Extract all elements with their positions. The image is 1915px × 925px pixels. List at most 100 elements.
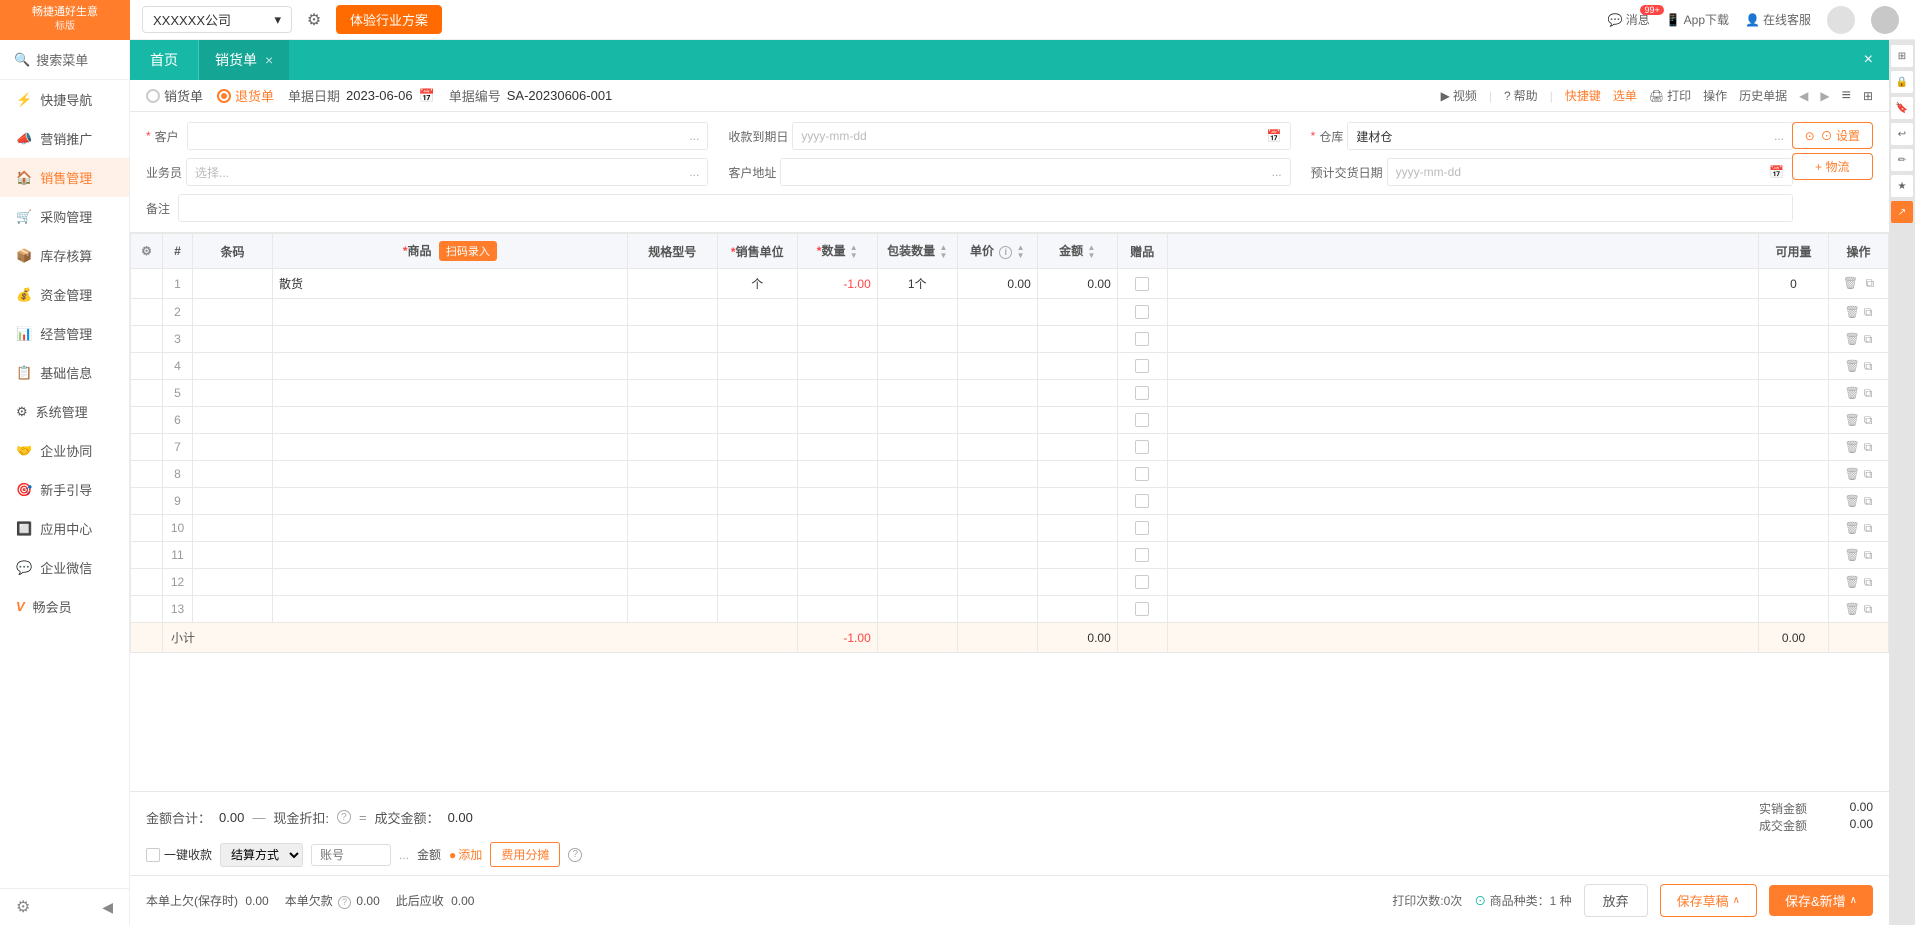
radio-return[interactable]: 退货单: [217, 86, 274, 105]
settlement-method-select[interactable]: 结算方式: [220, 843, 303, 867]
radio-sales[interactable]: 销货单: [146, 86, 203, 105]
warehouse-input[interactable]: 建材仓 ...: [1347, 122, 1793, 150]
remarks-input[interactable]: [178, 194, 1793, 222]
add-payment-btn[interactable]: ● 添加: [449, 846, 482, 863]
sidebar-item-app-center[interactable]: 🔲 应用中心: [0, 509, 129, 548]
delete-row-11[interactable]: 🗑: [1845, 548, 1860, 562]
salesperson-input[interactable]: 选择... ...: [186, 158, 708, 186]
tab-close-icon[interactable]: ×: [265, 52, 273, 68]
delete-row-10[interactable]: 🗑: [1845, 521, 1860, 535]
copy-row-7[interactable]: ⧉: [1864, 440, 1873, 454]
total-owe-info[interactable]: ?: [338, 896, 351, 909]
shortcut-btn[interactable]: 快捷键: [1565, 87, 1601, 104]
sidebar-item-enterprise[interactable]: 🤝 企业协同: [0, 431, 129, 470]
save-draft-button[interactable]: 保存草稿 ∧: [1660, 884, 1757, 917]
online-service-btn[interactable]: 👤 在线客服: [1745, 11, 1811, 28]
delete-row-8[interactable]: 🗑: [1845, 467, 1860, 481]
copy-row-2[interactable]: ⧉: [1864, 305, 1873, 319]
search-menu[interactable]: 🔍 搜索菜单: [0, 40, 129, 80]
help-btn[interactable]: ? 帮助: [1504, 87, 1538, 104]
discount-info-icon[interactable]: ?: [337, 810, 351, 824]
right-tool-3[interactable]: 🔖: [1891, 97, 1913, 119]
prev-record-btn[interactable]: ◀: [1799, 89, 1808, 103]
operation-btn[interactable]: 操作: [1703, 87, 1727, 104]
sidebar-item-base-info[interactable]: 📋 基础信息: [0, 353, 129, 392]
sidebar-settings-btn[interactable]: ⚙: [16, 897, 30, 917]
delete-row-1[interactable]: 🗑: [1843, 276, 1858, 290]
copy-row-3[interactable]: ⧉: [1864, 332, 1873, 346]
sidebar-collapse-btn[interactable]: ◀: [102, 899, 113, 916]
delete-row-2[interactable]: 🗑: [1845, 305, 1860, 319]
settings-gear-icon[interactable]: ⚙: [300, 6, 328, 34]
discard-button[interactable]: 放弃: [1584, 884, 1648, 917]
copy-row-5[interactable]: ⧉: [1864, 386, 1873, 400]
sidebar-item-quick-nav[interactable]: ⚡ 快捷导航: [0, 80, 129, 119]
sidebar-item-member[interactable]: V 畅会员: [0, 587, 129, 626]
right-tool-1[interactable]: ⊞: [1891, 45, 1913, 67]
right-tool-7[interactable]: ↗: [1891, 201, 1913, 223]
sidebar-item-operations[interactable]: 📊 经营管理: [0, 314, 129, 353]
history-btn[interactable]: 历史单据: [1739, 87, 1787, 104]
gift-checkbox-1[interactable]: [1135, 277, 1149, 291]
sidebar-item-purchase[interactable]: 🛒 采购管理: [0, 197, 129, 236]
delete-row-13[interactable]: 🗑: [1845, 602, 1860, 616]
list-view-btn[interactable]: ≡: [1842, 87, 1851, 105]
save-new-button[interactable]: 保存&新增 ∧: [1769, 885, 1873, 916]
right-tool-4[interactable]: ↩: [1891, 123, 1913, 145]
price-info-icon[interactable]: i: [999, 246, 1012, 259]
avatar[interactable]: [1827, 6, 1855, 34]
delete-row-5[interactable]: 🗑: [1845, 386, 1860, 400]
calendar-icon[interactable]: 📅: [419, 88, 435, 104]
sidebar-item-inventory[interactable]: 📦 库存核算: [0, 236, 129, 275]
sidebar-item-system[interactable]: ⚙ 系统管理: [0, 392, 129, 431]
expected-date-input[interactable]: yyyy-mm-dd 📅: [1387, 158, 1793, 186]
sidebar-item-guide[interactable]: 🎯 新手引导: [0, 470, 129, 509]
video-btn[interactable]: ▶ 视频: [1441, 87, 1477, 104]
right-tool-2[interactable]: 🔒: [1891, 71, 1913, 93]
window-close-icon[interactable]: ×: [1864, 51, 1873, 68]
trial-button[interactable]: 体验行业方案: [336, 5, 442, 34]
delete-row-12[interactable]: 🗑: [1845, 575, 1860, 589]
print-btn[interactable]: 🖨 打印: [1649, 87, 1691, 104]
expense-split-btn[interactable]: 费用分摊: [490, 842, 560, 867]
sidebar-item-sales[interactable]: 🏠 销售管理: [0, 158, 129, 197]
company-selector[interactable]: XXXXXX公司 ▾: [142, 6, 292, 33]
scan-btn[interactable]: 扫码录入: [439, 241, 497, 261]
footer-help-icon[interactable]: ?: [568, 848, 582, 862]
copy-row-1[interactable]: ⧉: [1866, 276, 1875, 290]
account-input[interactable]: [311, 844, 391, 866]
copy-row-10[interactable]: ⧉: [1864, 521, 1873, 535]
due-date-input[interactable]: yyyy-mm-dd 📅: [792, 122, 1290, 150]
copy-row-9[interactable]: ⧉: [1864, 494, 1873, 508]
right-tool-5[interactable]: ✏: [1891, 149, 1913, 171]
sidebar-item-marketing[interactable]: 📣 营销推广: [0, 119, 129, 158]
logistics-button[interactable]: + 物流: [1792, 153, 1873, 180]
right-tool-6[interactable]: ★: [1891, 175, 1913, 197]
delete-row-6[interactable]: 🗑: [1845, 413, 1860, 427]
copy-row-6[interactable]: ⧉: [1864, 413, 1873, 427]
copy-row-4[interactable]: ⧉: [1864, 359, 1873, 373]
delete-row-7[interactable]: 🗑: [1845, 440, 1860, 454]
template-btn[interactable]: 选单: [1613, 87, 1637, 104]
account-settings-icon[interactable]: [1871, 6, 1899, 34]
sidebar-item-finance[interactable]: 💰 资金管理: [0, 275, 129, 314]
customer-addr-input[interactable]: ...: [780, 158, 1290, 186]
copy-row-13[interactable]: ⧉: [1864, 602, 1873, 616]
settings-button[interactable]: ⊙ ⊙ 设置: [1792, 122, 1873, 149]
tab-home[interactable]: 首页: [130, 40, 199, 80]
copy-row-11[interactable]: ⧉: [1864, 548, 1873, 562]
app-download-btn[interactable]: 📱 App下载: [1666, 11, 1729, 28]
tab-sales-order[interactable]: 销货单 ×: [199, 40, 289, 80]
message-btn[interactable]: 💬 消息 99+: [1608, 11, 1650, 28]
copy-row-12[interactable]: ⧉: [1864, 575, 1873, 589]
copy-row-8[interactable]: ⧉: [1864, 467, 1873, 481]
customer-input[interactable]: ...: [187, 122, 709, 150]
one-click-pay-checkbox[interactable]: 一键收款: [146, 846, 212, 863]
grid-view-btn[interactable]: ⊞: [1863, 89, 1873, 103]
next-record-btn[interactable]: ▶: [1820, 89, 1829, 103]
delete-row-4[interactable]: 🗑: [1845, 359, 1860, 373]
sidebar-item-wechat[interactable]: 💬 企业微信: [0, 548, 129, 587]
col-settings-header[interactable]: ⚙: [131, 234, 163, 269]
delete-row-9[interactable]: 🗑: [1845, 494, 1860, 508]
delete-row-3[interactable]: 🗑: [1845, 332, 1860, 346]
